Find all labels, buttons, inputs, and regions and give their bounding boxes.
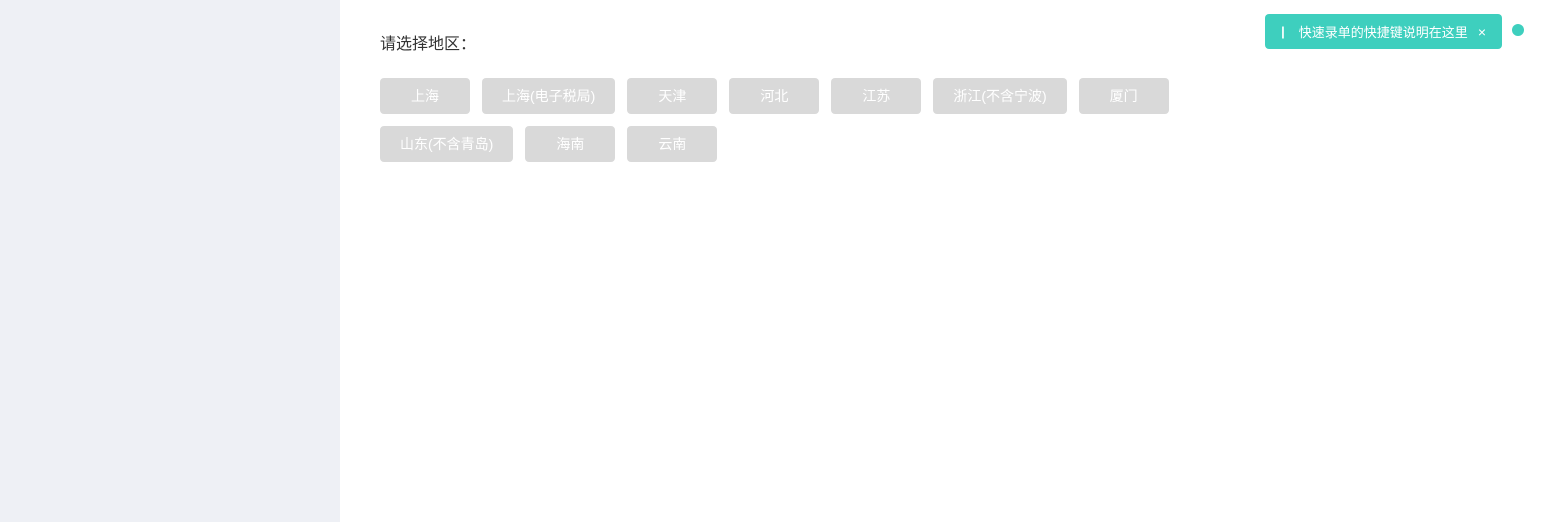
main-content: 请选择地区： 上海上海(电子税局)天津河北江苏浙江(不含宁波)厦门 山东(不含青… (340, 0, 1562, 522)
left-sidebar (0, 0, 340, 522)
region-btn-yunnan[interactable]: 云南 (627, 126, 717, 162)
tooltip-indicator-dot (1512, 24, 1524, 36)
region-btn-zhejiang[interactable]: 浙江(不含宁波) (933, 78, 1066, 114)
region-btn-shanghai[interactable]: 上海 (380, 78, 470, 114)
region-btn-jiangsu[interactable]: 江苏 (831, 78, 921, 114)
region-row-1: 上海上海(电子税局) 天津河北江苏浙江(不含宁波) 厦门 (380, 78, 1522, 114)
region-btn-shanghai-etax[interactable]: 上海(电子税局) (482, 78, 615, 114)
tooltip-text: 快速录单的快捷键说明在这里 (1299, 22, 1468, 41)
region-btn-hainan[interactable]: 海南 (525, 126, 615, 162)
region-btn-hebei[interactable]: 河北 (729, 78, 819, 114)
region-btn-shandong[interactable]: 山东(不含青岛) (380, 126, 513, 162)
tooltip-close-button[interactable]: × (1478, 25, 1486, 39)
region-row-2: 山东(不含青岛) 海南云南 (380, 126, 1522, 162)
region-btn-xiamen[interactable]: 厦门 (1079, 78, 1169, 114)
region-btn-tianjin[interactable]: 天津 (627, 78, 717, 114)
tooltip-banner: 快速录单的快捷键说明在这里 × (1265, 14, 1502, 49)
